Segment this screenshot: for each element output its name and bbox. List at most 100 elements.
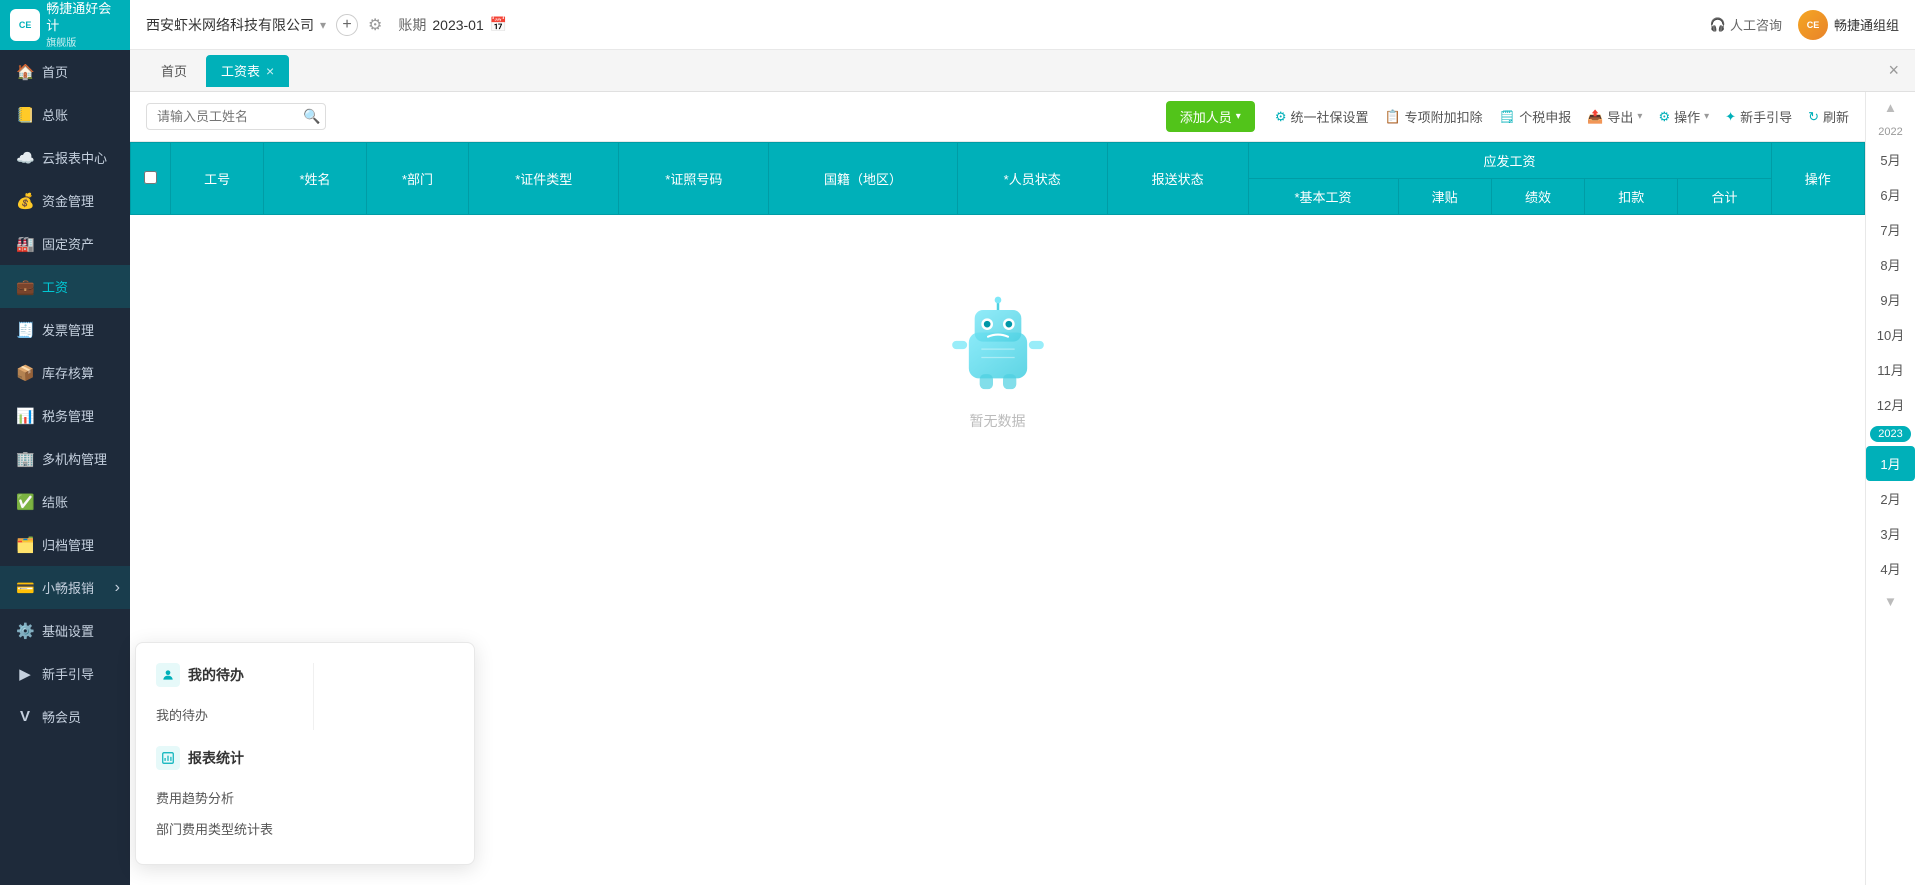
month-2023-02[interactable]: 2月 xyxy=(1866,481,1915,516)
headset-icon: 🎧 xyxy=(1710,17,1726,33)
cloud-icon: ☁️ xyxy=(16,149,34,167)
month-2022-12[interactable]: 12月 xyxy=(1866,387,1915,422)
close-all-tabs[interactable]: × xyxy=(1888,60,1899,81)
th-department: *部门 xyxy=(366,143,469,215)
sidebar-item-fixed-assets[interactable]: 🏭 固定资产 xyxy=(0,222,130,265)
tab-salary[interactable]: 工资表 × xyxy=(206,55,289,87)
sidebar-item-closing[interactable]: ✅ 结账 xyxy=(0,480,130,523)
archive-icon: 🗂️ xyxy=(16,536,34,554)
sidebar-item-guide[interactable]: ▶ 新手引导 xyxy=(0,652,130,695)
month-nav-up[interactable]: ▲ xyxy=(1866,92,1915,122)
sidebar-item-home[interactable]: 🏠 首页 xyxy=(0,50,130,93)
sidebar-item-fund[interactable]: 💰 资金管理 xyxy=(0,179,130,222)
tab-salary-close[interactable]: × xyxy=(266,64,274,78)
report-icon-svg xyxy=(161,751,175,765)
popup-menu-grid: 我的待办 我的待办 报表统计 费用趋势分析 部门费用类型统计表 xyxy=(156,663,454,844)
settings-icon: ⚙️ xyxy=(16,622,34,640)
sidebar-item-expense[interactable]: 💳 小畅报销 xyxy=(0,566,130,609)
sidebar-label-tax: 税务管理 xyxy=(42,406,94,425)
month-nav-down[interactable]: ▼ xyxy=(1866,586,1915,616)
settings-gear-icon[interactable]: ⚙ xyxy=(368,15,382,35)
company-dropdown-icon[interactable]: ▾ xyxy=(320,18,326,32)
sidebar-item-archive[interactable]: 🗂️ 归档管理 xyxy=(0,523,130,566)
add-person-button[interactable]: 添加人员 ▾ xyxy=(1166,101,1255,132)
export-icon: 📤 xyxy=(1587,109,1603,125)
toolbar: 🔍 添加人员 ▾ ⚙ 统一社保设置 📋 专项附加扣除 xyxy=(130,92,1865,142)
month-2022-10[interactable]: 10月 xyxy=(1866,317,1915,352)
th-payable-salary: 应发工资 xyxy=(1248,143,1771,179)
month-2022-05[interactable]: 5月 xyxy=(1866,142,1915,177)
month-2023-03[interactable]: 3月 xyxy=(1866,516,1915,551)
sidebar-item-multi-org[interactable]: 🏢 多机构管理 xyxy=(0,437,130,480)
popup-dept-expense-item[interactable]: 部门费用类型统计表 xyxy=(156,813,297,844)
month-2022-11[interactable]: 11月 xyxy=(1866,352,1915,387)
sidebar-label-org: 多机构管理 xyxy=(42,449,107,468)
year-2023-badge: 2023 xyxy=(1870,426,1910,442)
calendar-icon[interactable]: 📅 xyxy=(490,16,507,33)
social-insurance-action[interactable]: ⚙ 统一社保设置 xyxy=(1275,107,1369,126)
month-2022-06[interactable]: 6月 xyxy=(1866,177,1915,212)
refresh-action[interactable]: ↻ 刷新 xyxy=(1808,107,1849,126)
tab-home[interactable]: 首页 xyxy=(146,55,202,87)
select-all-checkbox[interactable] xyxy=(144,171,157,184)
app-version: 旗舰版 xyxy=(46,34,120,49)
sidebar-item-tax[interactable]: 📊 税务管理 xyxy=(0,394,130,437)
app-name: 畅捷通好会计 xyxy=(46,1,120,35)
search-input[interactable] xyxy=(157,109,297,124)
th-report-status[interactable]: 报送状态 xyxy=(1107,143,1248,215)
month-2022-08[interactable]: 8月 xyxy=(1866,247,1915,282)
company-name: 西安虾米网络科技有限公司 xyxy=(146,15,314,35)
vip-icon: V xyxy=(16,708,34,725)
report-title-icon xyxy=(156,746,180,770)
sidebar-label-archive: 归档管理 xyxy=(42,535,94,554)
refresh-label: 刷新 xyxy=(1823,107,1849,126)
popup-my-todo-item[interactable]: 我的待办 xyxy=(156,699,297,730)
month-2023-01[interactable]: 1月 xyxy=(1866,446,1915,481)
service-button[interactable]: 🎧 人工咨询 xyxy=(1710,15,1782,34)
search-icon: 🔍 xyxy=(303,108,320,125)
expense-icon: 💳 xyxy=(16,579,34,597)
sidebar-item-membership[interactable]: V 畅会员 xyxy=(0,695,130,738)
salary-table: 工号 *姓名 *部门 *证件类型 *证照号码 国籍（地区） *人员状态 报送状态… xyxy=(130,142,1865,215)
special-deduction-icon: 📋 xyxy=(1384,109,1400,125)
sidebar-item-general-ledger[interactable]: 📒 总账 xyxy=(0,93,130,136)
period-selector[interactable]: 账期 2023-01 📅 xyxy=(398,15,507,35)
popup-report-title: 报表统计 xyxy=(156,746,297,770)
th-personnel-status[interactable]: *人员状态 xyxy=(957,143,1107,215)
sidebar-item-cloud-reports[interactable]: ☁️ 云报表中心 xyxy=(0,136,130,179)
user-menu[interactable]: CE 畅捷通组组 xyxy=(1798,10,1899,40)
avatar: CE xyxy=(1798,10,1828,40)
robot-illustration xyxy=(948,295,1048,395)
fund-icon: 💰 xyxy=(16,192,34,210)
special-deduction-action[interactable]: 📋 专项附加扣除 xyxy=(1384,107,1482,126)
month-2022-07[interactable]: 7月 xyxy=(1866,212,1915,247)
org-icon: 🏢 xyxy=(16,450,34,468)
add-company-button[interactable]: + xyxy=(336,14,358,36)
social-insurance-label: 统一社保设置 xyxy=(1290,107,1368,126)
sidebar-label-guide: 新手引导 xyxy=(42,664,94,683)
month-2023-04[interactable]: 4月 xyxy=(1866,551,1915,586)
logo-icon: CE xyxy=(10,9,40,41)
sidebar-item-basic-settings[interactable]: ⚙️ 基础设置 xyxy=(0,609,130,652)
export-dropdown-icon: ▾ xyxy=(1637,111,1642,122)
th-checkbox[interactable] xyxy=(131,143,171,215)
export-action[interactable]: 📤 导出 ▾ xyxy=(1587,107,1642,126)
salary-icon: 💼 xyxy=(16,278,34,296)
sidebar-item-invoice[interactable]: 🧾 发票管理 xyxy=(0,308,130,351)
app-logo[interactable]: CE 畅捷通好会计 旗舰版 xyxy=(0,0,130,50)
sidebar-item-salary[interactable]: 💼 工资 xyxy=(0,265,130,308)
new-guide-action[interactable]: ✦ 新手引导 xyxy=(1725,107,1792,126)
service-label: 人工咨询 xyxy=(1730,15,1782,34)
popup-expense-trend-item[interactable]: 费用趋势分析 xyxy=(156,782,297,813)
search-box[interactable]: 🔍 xyxy=(146,103,326,130)
sidebar-item-inventory[interactable]: 📦 库存核算 xyxy=(0,351,130,394)
sidebar-label-ledger: 总账 xyxy=(42,105,68,124)
add-person-dropdown-icon: ▾ xyxy=(1236,111,1241,122)
personal-tax-action[interactable]: 🗒 个税申报 xyxy=(1499,107,1572,126)
th-employee-id: 工号 xyxy=(171,143,264,215)
company-selector[interactable]: 西安虾米网络科技有限公司 ▾ xyxy=(146,15,326,35)
operations-dropdown-icon: ▾ xyxy=(1704,111,1709,122)
operations-action[interactable]: ⚙ 操作 ▾ xyxy=(1658,107,1709,126)
sidebar-label-invoice: 发票管理 xyxy=(42,320,94,339)
month-2022-09[interactable]: 9月 xyxy=(1866,282,1915,317)
